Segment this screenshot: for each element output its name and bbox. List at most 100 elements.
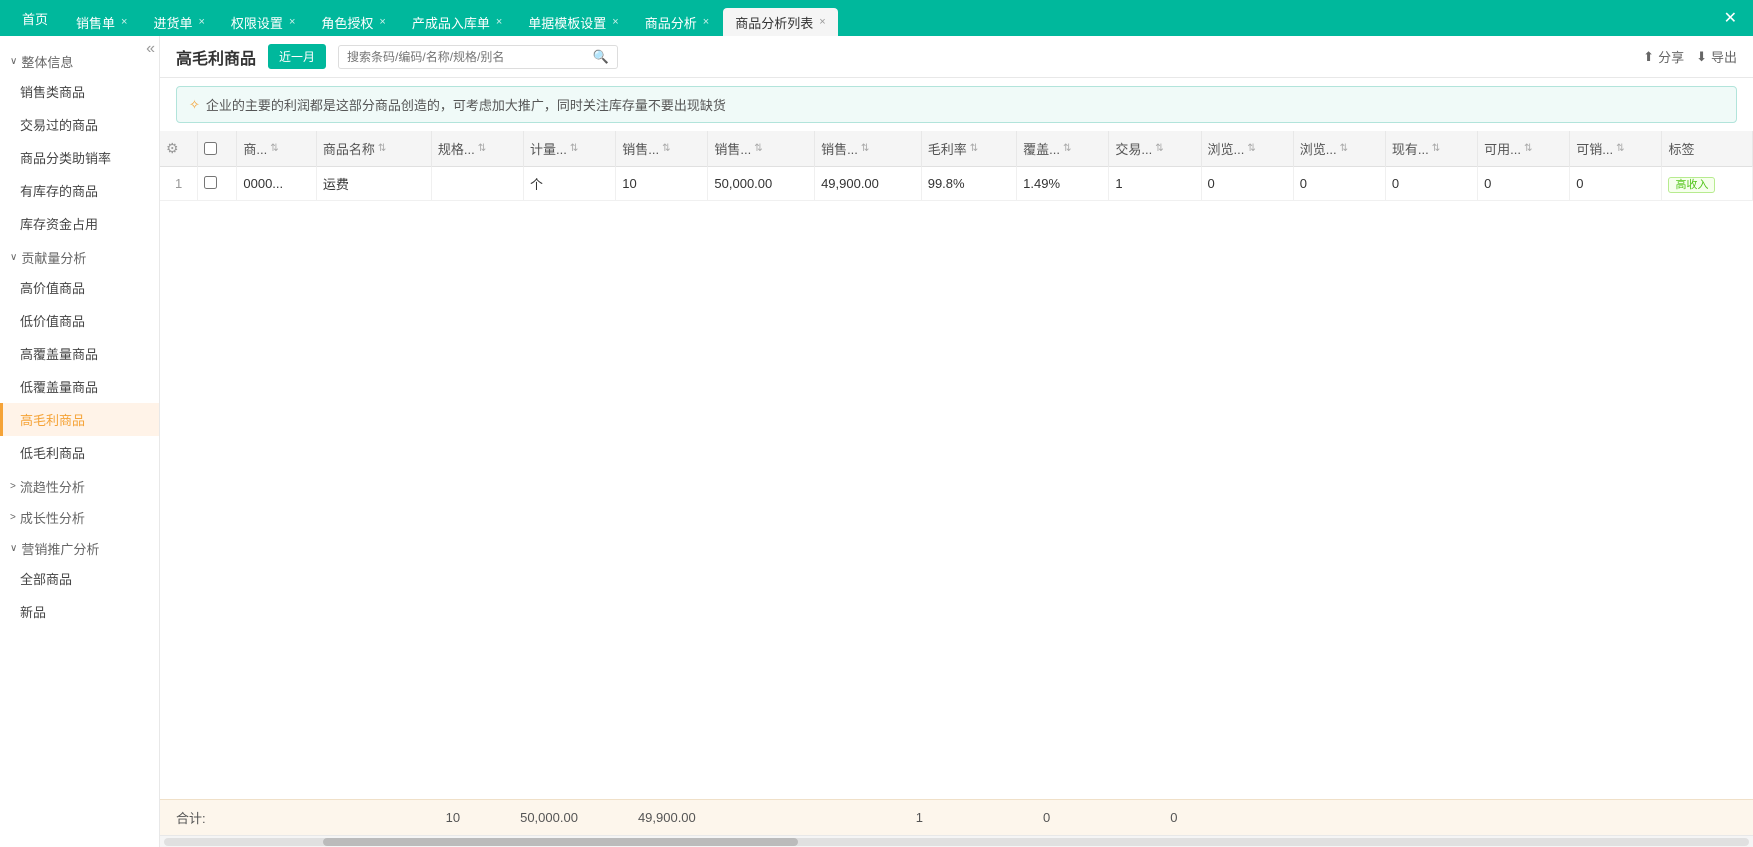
nav-tab-close-销售单[interactable]: ×: [121, 16, 127, 28]
chevron-icon: ∨: [10, 543, 17, 554]
sidebar-item-低覆盖量商品[interactable]: 低覆盖量商品: [0, 370, 159, 403]
col-header-8[interactable]: 销售...⇅: [815, 131, 922, 167]
col-header-16[interactable]: 可销...⇅: [1570, 131, 1662, 167]
footer-sales1: 10: [446, 810, 460, 825]
nav-tab-产成品入库单[interactable]: 产成品入库单×: [400, 8, 514, 36]
sidebar-group-流趋性分析: >流趋性分析: [0, 469, 159, 500]
search-input[interactable]: [347, 50, 587, 64]
sort-icon-5[interactable]: ⇅: [570, 143, 578, 154]
nav-home[interactable]: 首页: [8, 4, 62, 32]
nav-tab-单据模板设置[interactable]: 单据模板设置×: [516, 8, 630, 36]
nav-tab-close-商品分析列表[interactable]: ×: [819, 16, 825, 28]
row-gross-rate: 99.8%: [921, 167, 1016, 201]
col-header-10[interactable]: 覆盖...⇅: [1017, 131, 1109, 167]
select-all-checkbox[interactable]: [204, 142, 217, 155]
main-area: « ∨整体信息销售类商品交易过的商品商品分类助销率有库存的商品库存资金占用∨贡献…: [0, 36, 1753, 847]
sort-icon-6[interactable]: ⇅: [662, 143, 670, 154]
sidebar-item-高覆盖量商品[interactable]: 高覆盖量商品: [0, 337, 159, 370]
sidebar-item-全部商品[interactable]: 全部商品: [0, 562, 159, 595]
row-sales3: 49,900.00: [815, 167, 922, 201]
share-icon: ⬆: [1643, 49, 1654, 65]
col-header-2[interactable]: 商...⇅: [237, 131, 316, 167]
sidebar-item-交易过的商品[interactable]: 交易过的商品: [0, 108, 159, 141]
sort-icon-13[interactable]: ⇅: [1340, 143, 1348, 154]
col-header-15[interactable]: 可用...⇅: [1478, 131, 1570, 167]
top-nav: 首页 销售单×进货单×权限设置×角色授权×产成品入库单×单据模板设置×商品分析×…: [0, 0, 1753, 36]
nav-tab-close-权限设置[interactable]: ×: [289, 16, 295, 28]
page-title: 高毛利商品: [176, 45, 256, 69]
col-header-11[interactable]: 交易...⇅: [1109, 131, 1201, 167]
col-header-5[interactable]: 计量...⇅: [524, 131, 616, 167]
sidebar-group-title-流趋性分析[interactable]: >流趋性分析: [0, 469, 159, 500]
tag-badge: 高收入: [1668, 177, 1715, 193]
sort-icon-2[interactable]: ⇅: [270, 143, 278, 154]
nav-tab-close-单据模板设置[interactable]: ×: [612, 16, 618, 28]
sort-icon-14[interactable]: ⇅: [1432, 143, 1440, 154]
sidebar-item-低价值商品[interactable]: 低价值商品: [0, 304, 159, 337]
footer-browse1: 0: [1043, 810, 1050, 825]
sidebar-group-title-整体信息[interactable]: ∨整体信息: [0, 44, 159, 75]
sidebar-collapse-button[interactable]: «: [146, 40, 155, 58]
sort-icon-9[interactable]: ⇅: [970, 143, 978, 154]
nav-tab-close-角色授权[interactable]: ×: [379, 16, 385, 28]
sort-icon-15[interactable]: ⇅: [1524, 143, 1532, 154]
export-button[interactable]: ⬇ 导出: [1696, 47, 1737, 66]
window-close-button[interactable]: ✕: [1716, 8, 1745, 28]
sort-icon-4[interactable]: ⇅: [478, 143, 486, 154]
scrollbar-thumb[interactable]: [323, 838, 799, 846]
footer-current: 0: [1170, 810, 1177, 825]
sidebar-item-高毛利商品[interactable]: 高毛利商品: [0, 403, 159, 436]
search-icon[interactable]: 🔍: [593, 49, 609, 65]
row-name: 运费: [316, 167, 431, 201]
sidebar-item-有库存的商品[interactable]: 有库存的商品: [0, 174, 159, 207]
sidebar-item-高价值商品[interactable]: 高价值商品: [0, 271, 159, 304]
sidebar-group-title-营销推广分析[interactable]: ∨营销推广分析: [0, 531, 159, 562]
nav-tab-close-进货单[interactable]: ×: [198, 16, 204, 28]
row-coverage: 1.49%: [1017, 167, 1109, 201]
info-banner: ✧ 企业的主要的利润都是这部分商品创造的，可考虑加大推广，同时关注库存量不要出现…: [176, 86, 1737, 123]
nav-tab-销售单[interactable]: 销售单×: [64, 8, 139, 36]
nav-tab-close-商品分析[interactable]: ×: [703, 16, 709, 28]
col-header-13[interactable]: 浏览...⇅: [1293, 131, 1385, 167]
bottom-scrollbar[interactable]: [160, 835, 1753, 847]
sidebar-item-商品分类助销率[interactable]: 商品分类助销率: [0, 141, 159, 174]
col-header-7[interactable]: 销售...⇅: [708, 131, 815, 167]
nav-tab-商品分析[interactable]: 商品分析×: [633, 8, 721, 36]
row-browse1: 0: [1201, 167, 1293, 201]
gear-icon[interactable]: ⚙: [166, 140, 179, 157]
sort-icon-10[interactable]: ⇅: [1063, 143, 1071, 154]
sort-icon-8[interactable]: ⇅: [861, 143, 869, 154]
row-unit: 个: [524, 167, 616, 201]
col-header-0: ⚙: [160, 131, 198, 167]
row-browse2: 0: [1293, 167, 1385, 201]
sidebar-item-库存资金占用[interactable]: 库存资金占用: [0, 207, 159, 240]
row-checkbox-0[interactable]: [204, 176, 217, 189]
sort-icon-11[interactable]: ⇅: [1155, 143, 1163, 154]
nav-tab-商品分析列表[interactable]: 商品分析列表×: [723, 8, 837, 36]
browse1-link[interactable]: 0: [1208, 176, 1215, 191]
col-header-4[interactable]: 规格...⇅: [431, 131, 523, 167]
sort-icon-16[interactable]: ⇅: [1616, 143, 1624, 154]
sidebar-group-title-贡献量分析[interactable]: ∨贡献量分析: [0, 240, 159, 271]
sidebar-item-销售类商品[interactable]: 销售类商品: [0, 75, 159, 108]
sidebar-item-低毛利商品[interactable]: 低毛利商品: [0, 436, 159, 469]
col-header-12[interactable]: 浏览...⇅: [1201, 131, 1293, 167]
nav-tab-角色授权[interactable]: 角色授权×: [309, 8, 397, 36]
col-header-14[interactable]: 现有...⇅: [1385, 131, 1477, 167]
nav-tab-进货单[interactable]: 进货单×: [141, 8, 216, 36]
col-header-9[interactable]: 毛利率⇅: [921, 131, 1016, 167]
col-header-6[interactable]: 销售...⇅: [616, 131, 708, 167]
col-header-17: 标签: [1662, 131, 1753, 167]
nav-tab-close-产成品入库单[interactable]: ×: [496, 16, 502, 28]
sidebar-group-title-成长性分析[interactable]: >成长性分析: [0, 500, 159, 531]
row-tag: 高收入: [1662, 167, 1753, 201]
sort-icon-12[interactable]: ⇅: [1247, 143, 1255, 154]
sort-icon-3[interactable]: ⇅: [378, 143, 386, 154]
filter-recent-month-button[interactable]: 近一月: [268, 44, 326, 69]
nav-tab-权限设置[interactable]: 权限设置×: [219, 8, 307, 36]
share-button[interactable]: ⬆ 分享: [1643, 47, 1684, 66]
table-container: ⚙商...⇅商品名称⇅规格...⇅计量...⇅销售...⇅销售...⇅销售...…: [160, 131, 1753, 799]
sort-icon-7[interactable]: ⇅: [754, 143, 762, 154]
col-header-3[interactable]: 商品名称⇅: [316, 131, 431, 167]
sidebar-item-新品[interactable]: 新品: [0, 595, 159, 628]
